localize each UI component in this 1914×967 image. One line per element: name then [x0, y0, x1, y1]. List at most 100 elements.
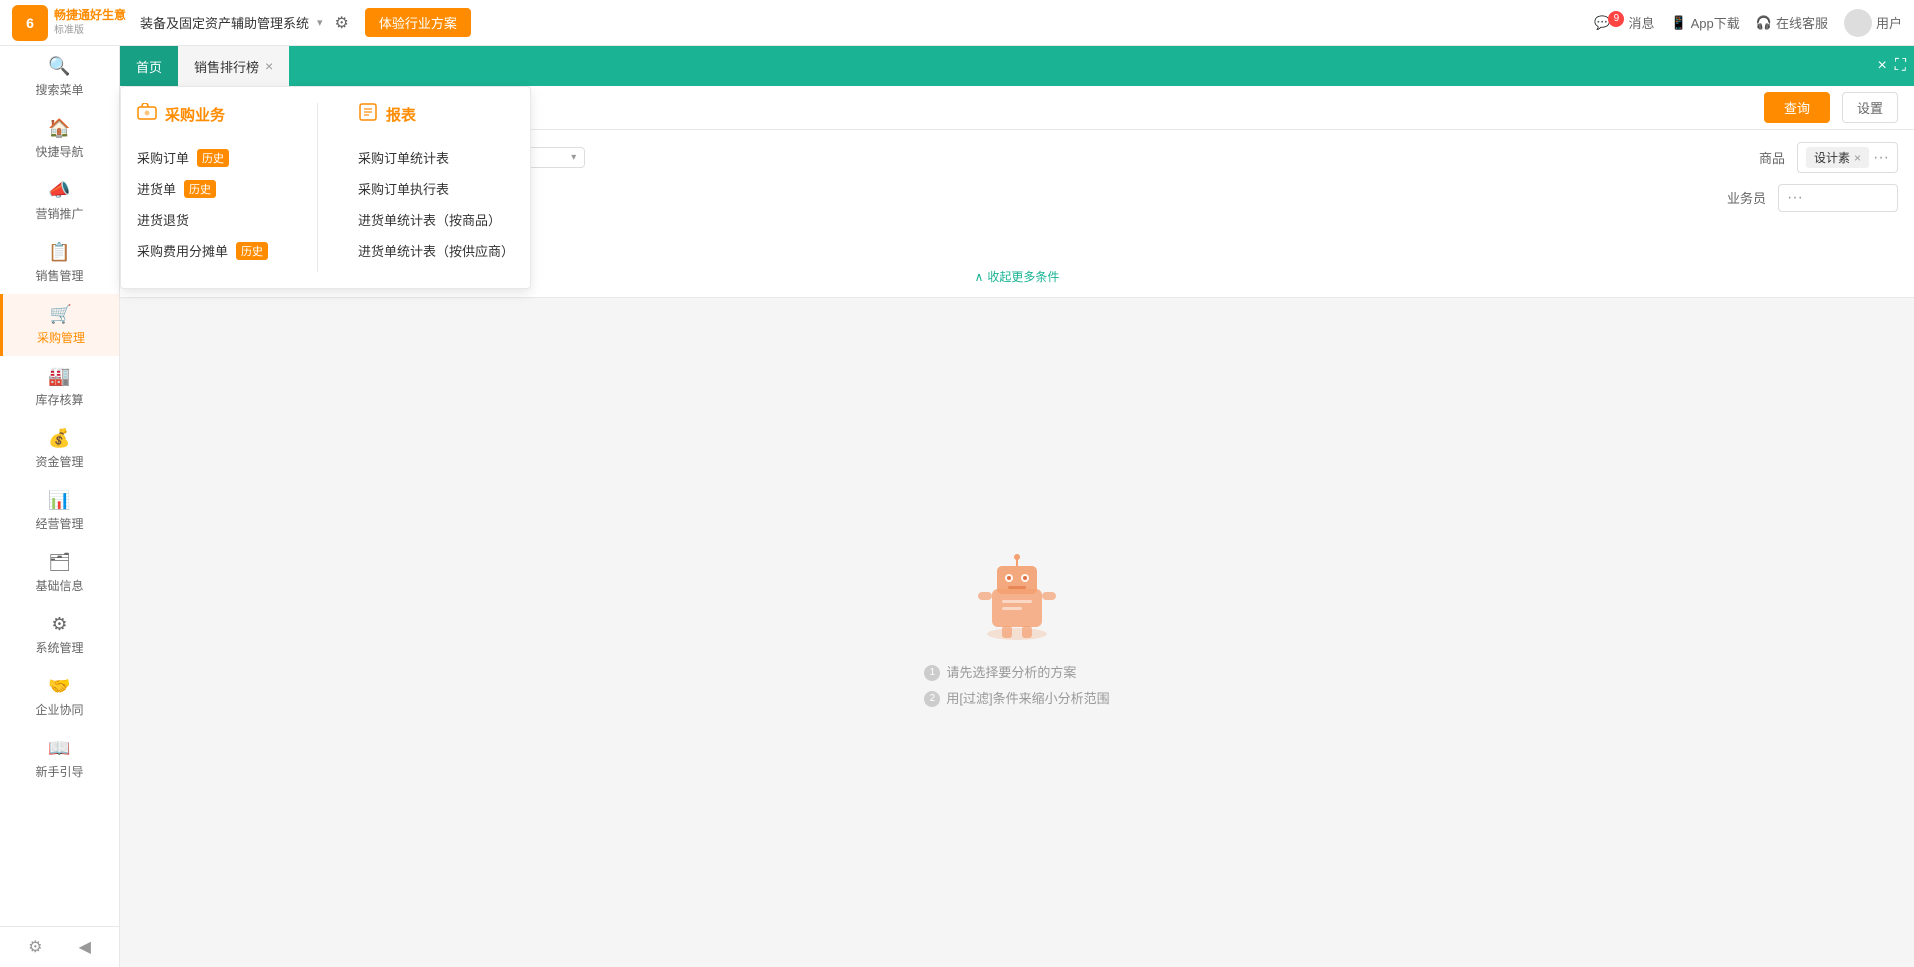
menu-item-purchase-order-stat[interactable]: 采购订单统计表: [358, 148, 514, 167]
goods-receipt-history-tag: 历史: [184, 180, 216, 198]
goods-label: 商品: [1759, 148, 1785, 167]
purchase-order-label: 采购订单: [137, 148, 189, 167]
sidebar-bottom: ⚙ ◀: [0, 926, 119, 967]
tip-item-2: 2 用[过滤]条件来缩小分析范围: [924, 686, 1109, 712]
tab-home[interactable]: 首页: [120, 46, 178, 86]
rank-tab-label: 销售排行榜: [194, 57, 259, 76]
sidebar-item-system[interactable]: ⚙ 系统管理: [0, 604, 119, 666]
sidebar-item-label: 搜索菜单: [35, 81, 83, 98]
restore-icon[interactable]: ×: [1877, 57, 1886, 75]
search-icon: 🔍: [48, 56, 70, 77]
collapse-icon: ∧: [975, 270, 984, 284]
tab-bar: 首页 销售排行榜 × × ⛶: [120, 46, 1914, 86]
message-button[interactable]: 💬 9 消息: [1594, 13, 1654, 32]
collapse-button[interactable]: ∧ 收起更多条件: [975, 268, 1060, 285]
menu-item-goods-return[interactable]: 进货退货: [137, 210, 277, 229]
tip-num-1: 1: [924, 665, 940, 681]
salesman-label: 业务员: [1727, 188, 1766, 207]
headset-icon: 🎧: [1756, 15, 1772, 31]
home-tab-label: 首页: [136, 57, 162, 76]
menu-item-goods-by-product[interactable]: 进货单统计表（按商品）: [358, 210, 514, 229]
empty-illustration: [962, 554, 1072, 644]
sidebar-item-label: 销售管理: [35, 267, 83, 284]
sidebar-item-marketing[interactable]: 📣 营销推广: [0, 170, 119, 232]
top-bar: 6 畅捷通好生意 标准版 装备及固定资产辅助管理系统 ▾ ⚙ 体验行业方案 💬 …: [0, 0, 1914, 46]
report-section-title: 报表: [358, 103, 514, 134]
logo-text: 畅捷通好生意 标准版: [54, 8, 126, 37]
goods-by-product-label: 进货单统计表（按商品）: [358, 210, 501, 229]
goods-more-btn[interactable]: ···: [1873, 149, 1889, 167]
top-nav-area: 装备及固定资产辅助管理系统 ▾ ⚙ 体验行业方案: [132, 8, 1594, 37]
empty-state: 1 请先选择要分析的方案 2 用[过滤]条件来缩小分析范围: [924, 554, 1109, 712]
purchase-order-stat-label: 采购订单统计表: [358, 148, 449, 167]
report-section-icon: [358, 103, 378, 126]
home-icon: 🏠: [48, 118, 70, 139]
menu-divider: [317, 103, 318, 272]
sidebar-item-search[interactable]: 🔍 搜索菜单: [0, 46, 119, 108]
sidebar-item-guide[interactable]: 📖 新手引导: [0, 728, 119, 790]
purchase-expense-label: 采购费用分摊单: [137, 241, 228, 260]
sidebar-item-basic[interactable]: 🗂 基础信息: [0, 542, 119, 604]
avatar: [1844, 9, 1872, 37]
goods-by-supplier-label: 进货单统计表（按供应商）: [358, 241, 514, 260]
online-service-button[interactable]: 🎧 在线客服: [1756, 13, 1828, 32]
maximize-icon[interactable]: ⛶: [1895, 57, 1906, 75]
voucher-status-dropdown-icon: ▾: [571, 152, 576, 163]
sales-icon: 📋: [48, 242, 70, 263]
tip-item-1: 1 请先选择要分析的方案: [924, 660, 1109, 686]
basic-icon: 🗂: [48, 552, 71, 573]
tab-rank[interactable]: 销售排行榜 ×: [178, 46, 289, 86]
finance-icon: 💰: [48, 428, 70, 449]
goods-return-label: 进货退货: [137, 210, 189, 229]
industry-button[interactable]: 体验行业方案: [365, 8, 471, 37]
goods-input[interactable]: 设计素 × ···: [1797, 142, 1898, 173]
salesman-more-btn[interactable]: ···: [1787, 189, 1803, 207]
app-download-button[interactable]: 📱 App下载: [1670, 13, 1739, 32]
sidebar-item-label: 系统管理: [35, 639, 83, 656]
sidebar-item-quick-nav[interactable]: 🏠 快捷导航: [0, 108, 119, 170]
menu-item-goods-receipt[interactable]: 进货单 历史: [137, 179, 277, 198]
collapse-sidebar-icon[interactable]: ◀: [79, 937, 91, 957]
purchase-expense-history-tag: 历史: [236, 242, 268, 260]
goods-tag-close[interactable]: ×: [1854, 151, 1861, 165]
guide-icon: 📖: [48, 738, 70, 759]
sidebar-item-finance[interactable]: 💰 资金管理: [0, 418, 119, 480]
dropdown-menu: 采购业务 采购订单 历史 进货单 历史 进货退货 采购费用分摊单 历史: [120, 86, 531, 289]
purchase-section-icon: [137, 103, 157, 126]
query-button[interactable]: 查询: [1764, 92, 1830, 123]
operation-icon: 📊: [48, 490, 70, 511]
menu-item-purchase-expense[interactable]: 采购费用分摊单 历史: [137, 241, 277, 260]
setting-button[interactable]: 设置: [1842, 92, 1898, 123]
goods-tag: 设计素 ×: [1806, 147, 1869, 168]
report-menu-section: 报表 采购订单统计表 采购订单执行表 进货单统计表（按商品） 进货单统计表（按供…: [358, 103, 514, 272]
tab-bar-right: × ⛶: [1877, 57, 1914, 75]
sidebar-item-operation[interactable]: 📊 经营管理: [0, 480, 119, 542]
message-badge: 9: [1608, 11, 1624, 27]
sidebar: 🔍 搜索菜单 🏠 快捷导航 📣 营销推广 📋 销售管理 🛒 采购管理 🏭 库存核…: [0, 46, 120, 967]
salesman-input[interactable]: ···: [1778, 184, 1898, 212]
menu-item-purchase-order-exec[interactable]: 采购订单执行表: [358, 179, 514, 198]
system-dropdown-icon[interactable]: ▾: [317, 16, 323, 29]
goods-receipt-label: 进货单: [137, 179, 176, 198]
user-button[interactable]: 用户: [1844, 9, 1902, 37]
sidebar-item-label: 企业协同: [35, 701, 83, 718]
tab-close-icon[interactable]: ×: [265, 58, 273, 74]
purchase-icon: 🛒: [50, 304, 72, 325]
enterprise-icon: 🤝: [48, 676, 70, 697]
menu-item-purchase-order[interactable]: 采购订单 历史: [137, 148, 277, 167]
settings-icon[interactable]: ⚙: [335, 13, 349, 33]
sidebar-item-label: 资金管理: [35, 453, 83, 470]
sidebar-item-label: 采购管理: [37, 329, 85, 346]
purchase-order-history-tag: 历史: [197, 149, 229, 167]
sidebar-item-inventory[interactable]: 🏭 库存核算: [0, 356, 119, 418]
inventory-icon: 🏭: [48, 366, 70, 387]
sidebar-item-enterprise[interactable]: 🤝 企业协同: [0, 666, 119, 728]
logo-icon: 6: [12, 5, 48, 41]
marketing-icon: 📣: [48, 180, 70, 201]
menu-item-goods-by-supplier[interactable]: 进货单统计表（按供应商）: [358, 241, 514, 260]
sidebar-item-purchase[interactable]: 🛒 采购管理: [0, 294, 119, 356]
sidebar-item-sales[interactable]: 📋 销售管理: [0, 232, 119, 294]
logo-area: 6 畅捷通好生意 标准版: [12, 5, 132, 41]
bottom-settings-icon[interactable]: ⚙: [28, 937, 42, 957]
sidebar-item-label: 新手引导: [35, 763, 83, 780]
